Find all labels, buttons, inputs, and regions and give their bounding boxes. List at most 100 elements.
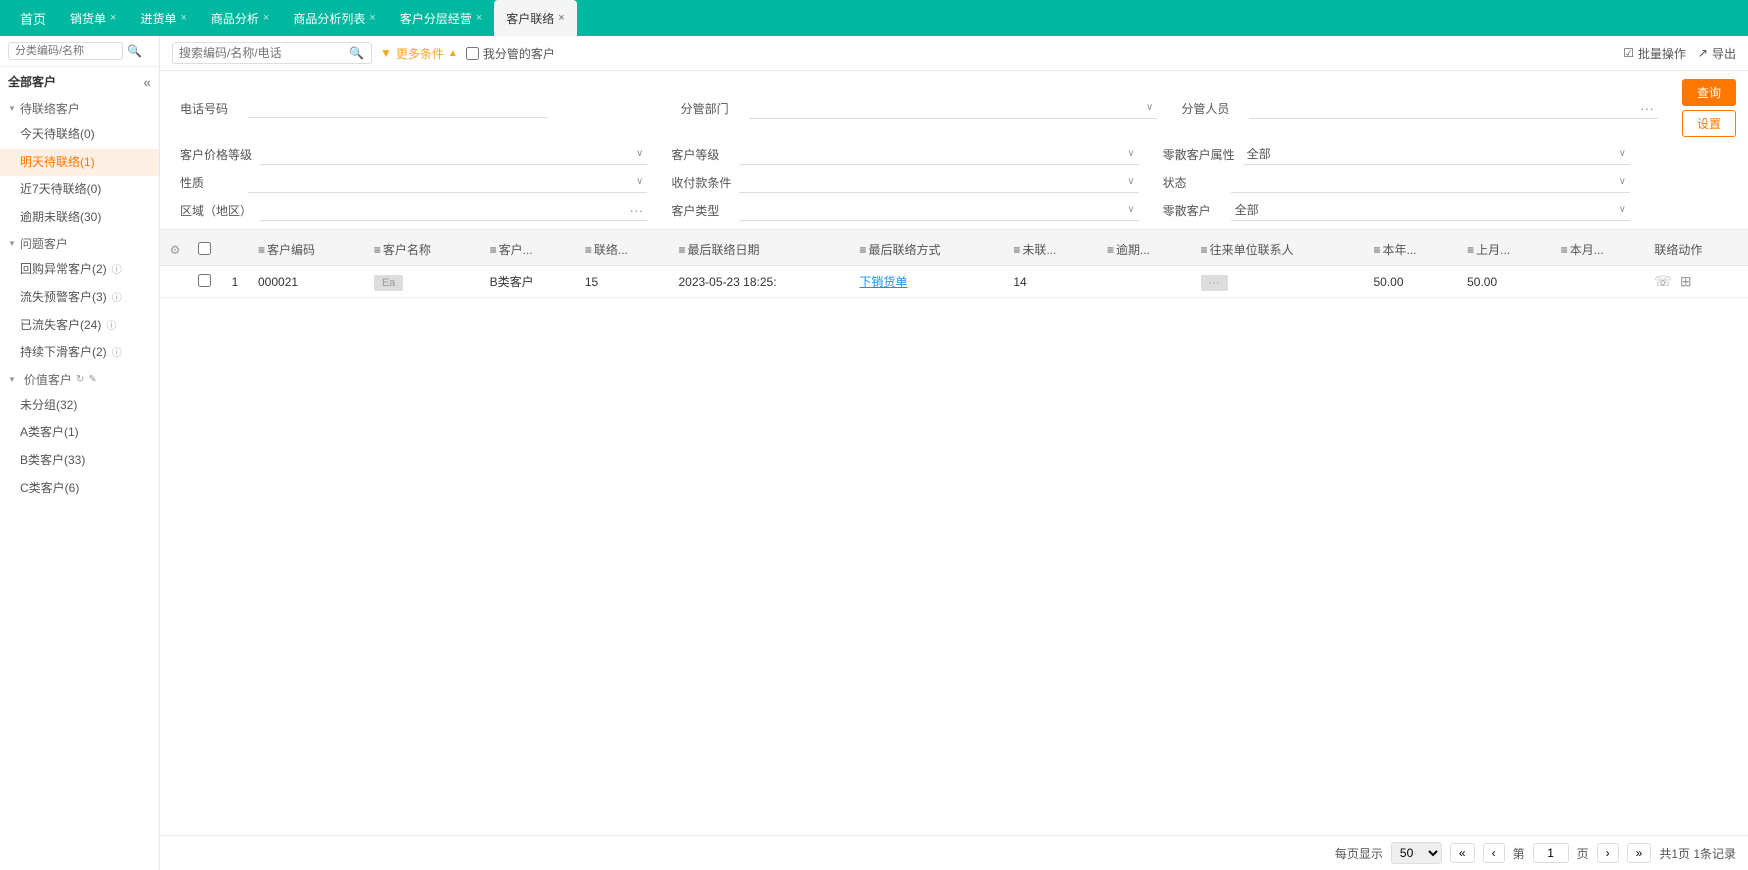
sidebar-search-icon[interactable]: 🔍 [127, 44, 142, 58]
nav-purchase-close[interactable]: × [180, 12, 186, 24]
sidebar-all-customers[interactable]: 全部客户 « [0, 67, 159, 96]
filter-label-phone: 电话号码 [180, 100, 240, 117]
sidebar-item-ungrouped[interactable]: 未分组(32) [0, 392, 159, 420]
col-last-method: ≡最后联络方式 [851, 234, 1005, 266]
row-unit-contact: ··· [1193, 266, 1366, 298]
filter-cell-nature: 性质 ∨ [172, 171, 655, 193]
filter-label-nature: 性质 [180, 174, 240, 191]
customer-table: ⚙ ≡客户编码 ≡客户名称 ≡客户... [160, 234, 1748, 298]
nav-analysis-list-close[interactable]: × [369, 12, 375, 24]
filter-cell-dept: 分管部门 ∨ [673, 97, 1166, 119]
reset-button[interactable]: 设置 [1682, 110, 1736, 137]
filter-cell-price-level: 客户价格等级 ∨ [172, 143, 655, 165]
row-last-method: 下销货单 [851, 266, 1005, 298]
sidebar-item-b-class[interactable]: B类客户(33) [0, 447, 159, 475]
sidebar-item-tomorrow[interactable]: 明天待联络(1) [0, 149, 159, 177]
nav-customer-contact-close[interactable]: × [558, 12, 564, 24]
sidebar-item-today[interactable]: 今天待联络(0) [0, 121, 159, 149]
chevron-icon: ∨ [1146, 102, 1153, 113]
col-code: ≡客户编码 [250, 234, 366, 266]
filter-select-status[interactable]: ∨ [1231, 171, 1630, 193]
sidebar-item-decline[interactable]: 持续下滑客户(2) ⓘ [0, 339, 159, 367]
nav-home[interactable]: 首页 [8, 0, 58, 36]
filter-select-payment[interactable]: ∨ [739, 171, 1138, 193]
search-box[interactable]: 🔍 [172, 42, 372, 64]
batch-button[interactable]: ☑ 批量操作 [1623, 45, 1686, 62]
action-grid-icon[interactable]: ⊞ [1680, 273, 1692, 290]
filter-select-retail-customer[interactable]: 全部 ∨ [1231, 199, 1630, 221]
filter-input-manager[interactable]: ··· [1249, 97, 1658, 119]
filter-input-region[interactable]: ··· [260, 199, 647, 221]
filter-panel: 电话号码 分管部门 ∨ 分管人员 ··· [160, 71, 1748, 230]
sidebar-item-losing[interactable]: 流失预警客户(3) ⓘ [0, 284, 159, 312]
filter-select-customer-level[interactable]: ∨ [739, 143, 1138, 165]
filter-label-retail-customer: 零散客户 [1163, 202, 1223, 219]
col-settings: ⚙ [160, 234, 190, 266]
sidebar-group-pending: 待联络客户 [0, 96, 159, 121]
sidebar-item-repeat[interactable]: 回购异常客户(2) ⓘ [0, 256, 159, 284]
sidebar-item-week[interactable]: 近7天待联络(0) [0, 176, 159, 204]
total-label: 共1页 1条记录 [1659, 845, 1736, 862]
prev-page-button[interactable]: ‹ [1483, 843, 1505, 863]
filter-select-retail-attr[interactable]: 全部 ∨ [1243, 143, 1630, 165]
query-button[interactable]: 查询 [1682, 79, 1736, 106]
nav-sales-close[interactable]: × [110, 12, 116, 24]
dots-icon-manager[interactable]: ··· [1640, 100, 1654, 116]
col-this-month: ≡本月... [1553, 234, 1647, 266]
nav-purchase[interactable]: 进货单 × [128, 0, 198, 36]
sidebar: 🔍 全部客户 « 待联络客户 今天待联络(0) 明天待联络(1) 近7天待联络(… [0, 36, 160, 870]
export-icon: ↗ [1698, 46, 1708, 60]
nav-analysis-list[interactable]: 商品分析列表 × [281, 0, 387, 36]
sidebar-item-lost[interactable]: 已流失客户(24) ⓘ [0, 312, 159, 340]
page-input[interactable] [1533, 843, 1569, 863]
chevron-icon-6: ∨ [1127, 176, 1134, 187]
search-icon[interactable]: 🔍 [349, 46, 364, 60]
nav-customer-seg-close[interactable]: × [476, 12, 482, 24]
first-page-button[interactable]: « [1450, 843, 1475, 863]
filter-label-price-level: 客户价格等级 [180, 146, 252, 163]
filter-cell-retail-attr: 零散客户属性 全部 ∨ [1155, 143, 1638, 165]
sidebar-item-a-class[interactable]: A类客户(1) [0, 419, 159, 447]
nav-customer-contact[interactable]: 客户联络 × [494, 0, 576, 36]
value-edit-icon[interactable]: ✎ [88, 374, 96, 385]
my-customers-checkbox-label[interactable]: 我分管的客户 [466, 45, 555, 62]
search-input[interactable] [179, 46, 349, 60]
col-overdue: ≡逾期... [1099, 234, 1193, 266]
row-select-checkbox[interactable] [198, 274, 211, 287]
nav-analysis[interactable]: 商品分析 × [199, 0, 281, 36]
col-contact: ≡联络... [577, 234, 671, 266]
filter-row-2: 客户价格等级 ∨ 客户等级 ∨ 零散客户属性 全部 [172, 143, 1736, 165]
filter-button[interactable]: ▼ 更多条件 ▲ [380, 45, 458, 62]
settings-icon[interactable]: ⚙ [170, 243, 181, 257]
action-phone-icon[interactable]: ☏ [1654, 273, 1672, 290]
filter-select-nature[interactable]: ∨ [248, 171, 647, 193]
filter-label-customer-type: 客户类型 [671, 202, 731, 219]
toolbar-right: ☑ 批量操作 ↗ 导出 [1623, 45, 1736, 62]
nav-sales[interactable]: 销货单 × [58, 0, 128, 36]
nav-analysis-close[interactable]: × [263, 12, 269, 24]
filter-input-phone[interactable] [248, 99, 548, 118]
filter-row-1: 电话号码 分管部门 ∨ 分管人员 ··· [172, 79, 1736, 137]
nav-customer-seg[interactable]: 客户分层经营 × [388, 0, 494, 36]
col-no-contact: ≡未联... [1005, 234, 1099, 266]
select-all-checkbox[interactable] [198, 242, 211, 255]
row-code: 000021 [250, 266, 366, 298]
table-row: 1 000021 Ea B类客户 15 2023-05-23 18:25: 下销… [160, 266, 1748, 298]
my-customers-checkbox[interactable] [466, 47, 479, 60]
last-method-link[interactable]: 下销货单 [859, 275, 907, 289]
sidebar-item-c-class[interactable]: C类客户(6) [0, 475, 159, 503]
col-num [220, 234, 250, 266]
filter-label-region: 区域（地区） [180, 202, 252, 219]
export-button[interactable]: ↗ 导出 [1698, 45, 1736, 62]
next-page-button[interactable]: › [1597, 843, 1619, 863]
sidebar-search-input[interactable] [8, 42, 123, 60]
last-page-button[interactable]: » [1627, 843, 1652, 863]
sidebar-item-overdue[interactable]: 逾期未联络(30) [0, 204, 159, 232]
filter-select-dept[interactable]: ∨ [749, 97, 1158, 119]
filter-select-price-level[interactable]: ∨ [260, 143, 647, 165]
filter-label-dept: 分管部门 [681, 100, 741, 117]
filter-select-customer-type[interactable]: ∨ [739, 199, 1138, 221]
dots-icon-region[interactable]: ··· [629, 202, 643, 218]
page-size-select[interactable]: 50 100 200 [1391, 842, 1442, 864]
value-refresh-icon[interactable]: ↻ [76, 374, 84, 385]
